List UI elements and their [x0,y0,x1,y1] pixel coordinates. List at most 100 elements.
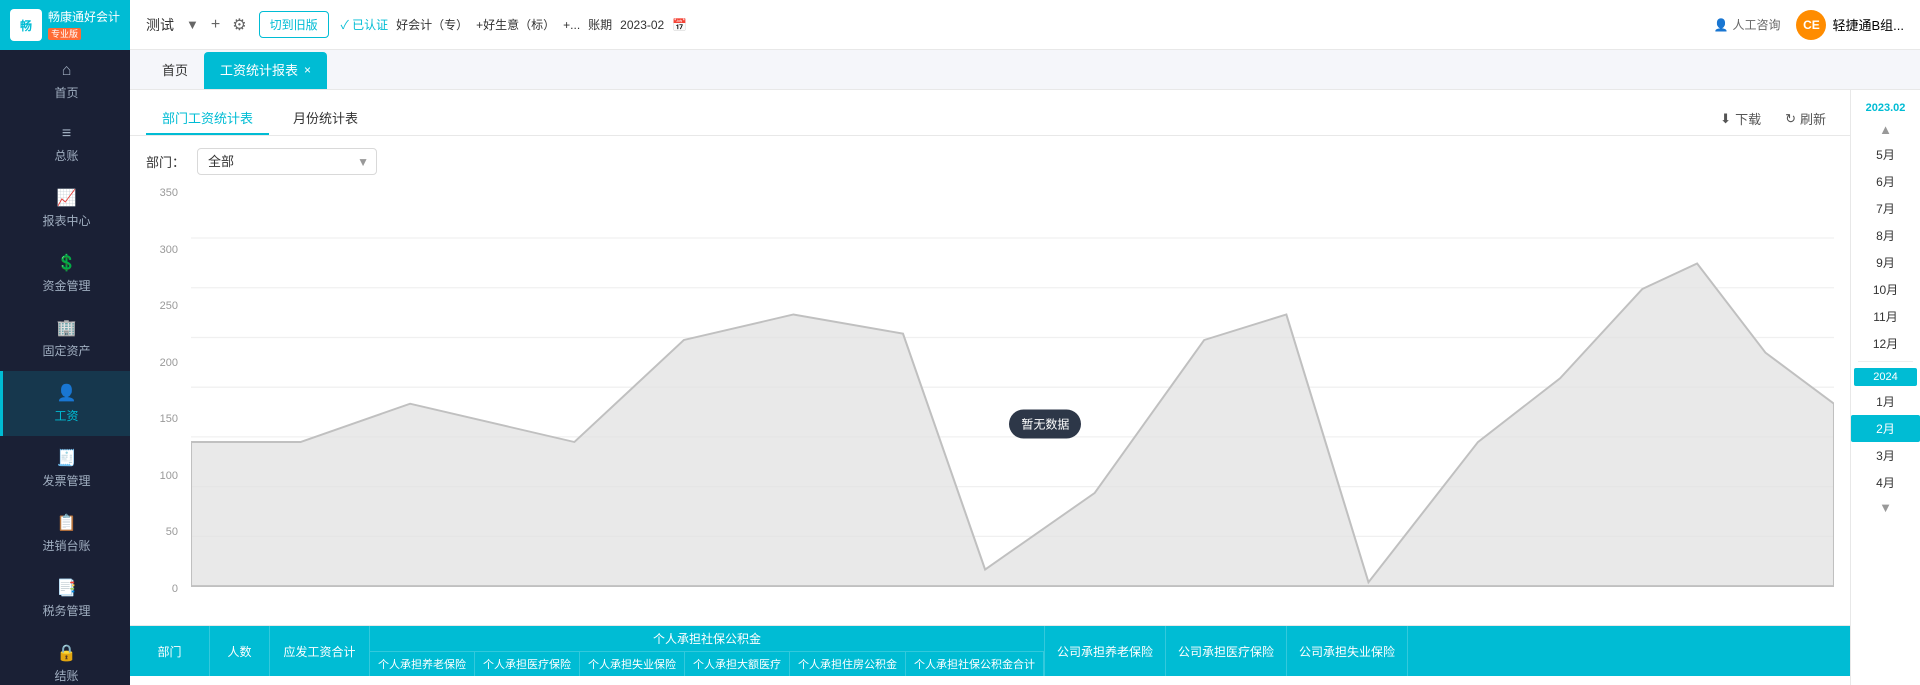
year-down-button[interactable]: ▼ [1851,496,1920,519]
chart-container: 0 50 100 150 200 250 300 350 [146,187,1834,625]
th-total-salary: 应发工资合计 [270,626,370,676]
th-total-social: 个人承担社保公积金合计 [906,652,1044,676]
topbar-status: ✓ 已认证 好会计（专） +好生意（标） +... 账期 2023-02 📅 [341,16,688,33]
sub-tab-dept-label: 部门工资统计表 [162,111,253,126]
rp-month-10[interactable]: 10月 [1851,276,1920,303]
dept-label: 部门： [146,152,185,171]
sub-tabs: 部门工资统计表 月份统计表 ⬇ 下载 ↻ 刷新 [130,90,1850,136]
rp-month-3[interactable]: 3月 [1851,442,1920,469]
th-dept-label: 部门 [157,643,181,660]
y-label-0: 0 [146,583,178,595]
good-business-label: +好生意（标） [476,16,555,33]
sidebar-label-home: 首页 [54,84,78,101]
add-icon[interactable]: + [211,16,220,34]
sidebar-label-assets: 固定资产 [42,342,90,359]
rp-month-12[interactable]: 12月 [1851,330,1920,357]
ledger-icon: ≡ [62,125,71,143]
chart-tooltip: 暂无数据 [1009,409,1081,438]
tab-payroll-stats[interactable]: 工资统计报表 × [204,52,327,89]
sidebar-item-sales[interactable]: 📋 进销台账 [0,501,130,566]
sub-tab-monthly[interactable]: 月份统计表 [277,102,374,135]
tab-close-icon[interactable]: × [304,63,311,77]
tab-active-label: 工资统计报表 [220,60,298,79]
th-major-medical-label: 个人承担大额医疗 [693,659,781,671]
th-housing-fund: 个人承担住房公积金 [790,652,906,676]
sidebar-logo: 畅 畅康通好会计 专业版 [0,0,130,50]
rp-active-year: 2023.02 [1851,98,1920,118]
sidebar-label-funds: 资金管理 [42,277,90,294]
settings-gear-icon[interactable]: ⚙ [232,15,246,35]
th-pension: 个人承担养老保险 [370,652,475,676]
sidebar-item-assets[interactable]: 🏢 固定资产 [0,306,130,371]
sidebar-label-ledger: 总账 [54,147,78,164]
th-housing-fund-label: 个人承担住房公积金 [798,659,897,671]
sidebar-item-invoice[interactable]: 🧾 发票管理 [0,436,130,501]
th-company-pension-label: 公司承担养老保险 [1057,643,1153,660]
sidebar-item-funds[interactable]: 💲 资金管理 [0,241,130,306]
sidebar: 畅 畅康通好会计 专业版 ⌂ 首页 ≡ 总账 📈 报表中心 💲 资金管理 🏢 固… [0,0,130,685]
rp-month-8[interactable]: 8月 [1851,222,1920,249]
sidebar-item-tax[interactable]: 📑 税务管理 [0,566,130,631]
refresh-label: 刷新 [1800,109,1826,128]
sidebar-label-reports: 报表中心 [42,212,90,229]
dept-select-wrapper: 全部 部门一 部门二 ▼ [197,148,377,175]
y-label-200: 200 [146,357,178,369]
chart-svg [191,187,1834,595]
y-label-300: 300 [146,244,178,256]
period-label: 账期 [588,16,612,33]
rp-month-5[interactable]: 5月 [1851,141,1920,168]
good-accounting-label: 好会计（专） [396,16,468,33]
th-group-personal: 个人承担社保公积金 个人承担养老保险 个人承担医疗保险 个人承担失业保险 [370,626,1045,676]
username-label: 轻捷通B组... [1832,15,1904,34]
sidebar-item-close[interactable]: 🔒 结账 [0,631,130,685]
rp-month-2[interactable]: 2月 [1851,415,1920,442]
funds-icon: 💲 [57,253,77,273]
main-content: 部门工资统计表 月份统计表 ⬇ 下载 ↻ 刷新 部门： [130,90,1850,685]
y-label-150: 150 [146,413,178,425]
rp-month-4[interactable]: 4月 [1851,469,1920,496]
rp-year-2024: 2024 [1854,368,1916,386]
tab-home-label: 首页 [162,63,188,78]
th-dept: 部门 [130,626,210,676]
y-label-50: 50 [146,526,178,538]
table-header: 部门 人数 应发工资合计 个人承担社保公积金 个人承担养老保险 [130,626,1850,676]
main-area: 测试 ▼ + ⚙ 切到旧版 ✓ 已认证 好会计（专） +好生意（标） +... … [130,0,1920,685]
dept-select[interactable]: 全部 部门一 部门二 [197,148,377,175]
sub-tab-monthly-label: 月份统计表 [293,111,358,126]
rp-month-7[interactable]: 7月 [1851,195,1920,222]
rp-month-11[interactable]: 11月 [1851,303,1920,330]
th-pension-label: 个人承担养老保险 [378,659,466,671]
th-company-pension: 公司承担养老保险 [1045,626,1166,676]
rp-month-6[interactable]: 6月 [1851,168,1920,195]
assets-icon: 🏢 [57,318,77,338]
y-label-100: 100 [146,470,178,482]
sidebar-item-reports[interactable]: 📈 报表中心 [0,176,130,241]
company-name: 测试 [146,15,174,35]
payroll-icon: 👤 [57,383,77,403]
user-avatar: CE [1796,10,1826,40]
tooltip-text: 暂无数据 [1021,417,1069,431]
rp-month-1[interactable]: 1月 [1851,388,1920,415]
sidebar-item-payroll[interactable]: 👤 工资 [0,371,130,436]
sub-tab-dept[interactable]: 部门工资统计表 [146,102,269,135]
tabs-bar: 首页 工资统计报表 × [130,50,1920,90]
help-button[interactable]: 👤 人工咨询 [1714,16,1781,33]
rp-month-9[interactable]: 9月 [1851,249,1920,276]
tax-icon: 📑 [57,578,77,598]
th-company-unemployment-label: 公司承担失业保险 [1299,643,1395,660]
user-menu[interactable]: CE 轻捷通B组... [1796,10,1904,40]
year-up-button[interactable]: ▲ [1851,118,1920,141]
help-label: 人工咨询 [1732,16,1780,33]
more-label: +... [563,18,580,32]
th-medical: 个人承担医疗保险 [475,652,580,676]
sidebar-item-home[interactable]: ⌂ 首页 [0,50,130,113]
sidebar-label-sales: 进销台账 [42,537,90,554]
home-icon: ⌂ [62,62,72,80]
download-button[interactable]: ⬇ 下载 [1712,102,1769,135]
refresh-button[interactable]: ↻ 刷新 [1777,102,1834,135]
switch-version-button[interactable]: 切到旧版 [259,11,329,38]
sidebar-item-ledger[interactable]: ≡ 总账 [0,113,130,176]
tab-home[interactable]: 首页 [146,52,204,89]
calendar-icon[interactable]: 📅 [672,18,687,32]
sales-icon: 📋 [57,513,77,533]
